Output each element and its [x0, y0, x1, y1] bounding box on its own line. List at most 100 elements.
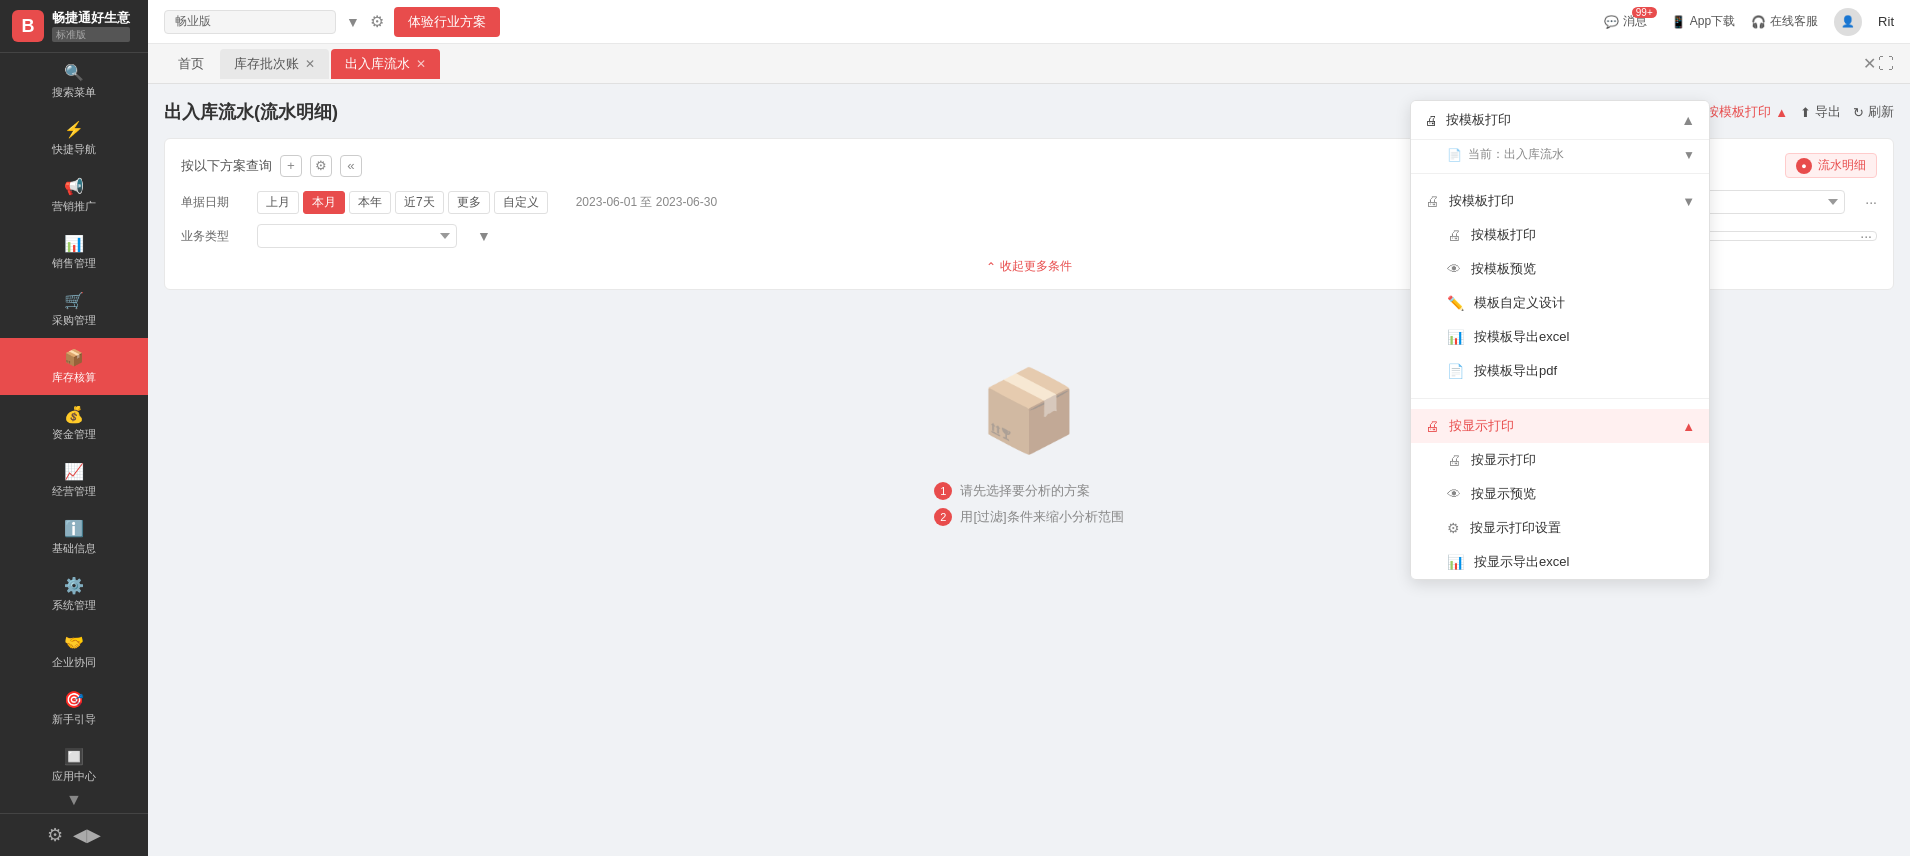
dropdown-item-display-export-excel[interactable]: 📊 按显示导出excel — [1411, 545, 1709, 579]
message-badge: 99+ — [1632, 7, 1657, 18]
empty-illustration: 📦 — [979, 364, 1079, 458]
sidebar-item-label: 快捷导航 — [52, 142, 96, 157]
sidebar-item-finance[interactable]: 💰 资金管理 — [0, 395, 148, 452]
refresh-label: 刷新 — [1868, 103, 1894, 121]
mobile-icon: 📱 — [1671, 15, 1686, 29]
dropdown-item-display-print[interactable]: 🖨 按显示打印 — [1411, 443, 1709, 477]
settings-bottom-button[interactable]: ⚙ — [47, 824, 63, 846]
message-action[interactable]: 💬 消息 99+ — [1604, 13, 1647, 30]
operations-icon: 📈 — [64, 462, 84, 481]
biz-type-dropdown-btn[interactable]: ▼ — [477, 228, 491, 244]
filter-add-button[interactable]: + — [280, 155, 302, 177]
tab-bar-close-button[interactable]: ✕ — [1863, 54, 1876, 73]
tab-bar-expand-button[interactable]: ⛶ — [1878, 55, 1894, 73]
template-print-section: 🖨 按模板打印 ▼ 🖨 按模板打印 👁 按模板预览 ✏️ 模板自定义设计 📊 按… — [1411, 178, 1709, 394]
sidebar-item-label: 搜索菜单 — [52, 85, 96, 100]
current-doc-label: 当前：出入库流水 — [1468, 146, 1564, 163]
date-btn-7days[interactable]: 近7天 — [395, 191, 444, 214]
date-btn-custom[interactable]: 自定义 — [494, 191, 548, 214]
user-avatar[interactable]: 👤 — [1834, 8, 1862, 36]
template-print-section-header[interactable]: 🖨 按模板打印 ▼ — [1411, 184, 1709, 218]
app-download-label: App下载 — [1690, 13, 1735, 30]
template-export-pdf-label: 按模板导出pdf — [1474, 362, 1557, 380]
tab-flow[interactable]: 出入库流水 ✕ — [331, 49, 440, 79]
app-download-action[interactable]: 📱 App下载 — [1671, 13, 1735, 30]
sidebar-item-sales[interactable]: 📊 销售管理 — [0, 224, 148, 281]
warehouse-more-btn[interactable]: ··· — [1860, 228, 1872, 244]
collab-icon: 🤝 — [64, 633, 84, 652]
dropdown-item-display-export-pdf[interactable]: 📄 按显示导出pdf — [1411, 579, 1709, 580]
dropdown-chevron-up[interactable]: ▲ — [1681, 112, 1695, 128]
scroll-down-button[interactable]: ▼ — [66, 791, 82, 809]
template-print-section-icon: 🖨 — [1425, 193, 1439, 209]
sidebar-item-guide[interactable]: 🎯 新手引导 — [0, 680, 148, 737]
tab-batch-account[interactable]: 库存批次账 ✕ — [220, 49, 329, 79]
flow-icon: ● — [1796, 158, 1812, 174]
sidebar-item-label: 企业协同 — [52, 655, 96, 670]
date-btn-last-month[interactable]: 上月 — [257, 191, 299, 214]
date-range-display: 2023-06-01 至 2023-06-30 — [576, 194, 717, 211]
flow-tag: ● 流水明细 — [1785, 153, 1877, 178]
dropdown-item-display-print-settings[interactable]: ⚙ 按显示打印设置 — [1411, 511, 1709, 545]
date-btn-more[interactable]: 更多 — [448, 191, 490, 214]
export-button[interactable]: ⬆ 导出 — [1800, 103, 1841, 121]
logo-text: 畅捷通好生意 标准版 — [52, 10, 130, 42]
sidebar-item-search[interactable]: 🔍 搜索菜单 — [0, 53, 148, 110]
sidebar-item-marketing[interactable]: 📢 营销推广 — [0, 167, 148, 224]
dropdown-item-template-export-pdf[interactable]: 📄 按模板导出pdf — [1411, 354, 1709, 388]
tab-batch-account-close[interactable]: ✕ — [305, 57, 315, 71]
online-service-action[interactable]: 🎧 在线客服 — [1751, 13, 1818, 30]
dropdown-header: 🖨 按模板打印 ▲ — [1411, 101, 1709, 140]
tab-home[interactable]: 首页 — [164, 49, 218, 79]
sidebar-item-label: 资金管理 — [52, 427, 96, 442]
refresh-button[interactable]: ↻ 刷新 — [1853, 103, 1894, 121]
template-section-chevron[interactable]: ▼ — [1682, 194, 1695, 209]
tab-bar: 首页 库存批次账 ✕ 出入库流水 ✕ ✕ ⛶ — [148, 44, 1910, 84]
tab-flow-close[interactable]: ✕ — [416, 57, 426, 71]
collapse-sidebar-button[interactable]: ◀▶ — [73, 824, 101, 846]
filter-settings-button[interactable]: ⚙ — [310, 155, 332, 177]
date-btn-this-month[interactable]: 本月 — [303, 191, 345, 214]
sidebar-item-collab[interactable]: 🤝 企业协同 — [0, 623, 148, 680]
template-print-icon: 🖨 — [1447, 227, 1461, 243]
sidebar-item-purchase[interactable]: 🛒 采购管理 — [0, 281, 148, 338]
display-print-icon: 🖨 — [1447, 452, 1461, 468]
collapse-filter-button[interactable]: ⌃ 收起更多条件 — [986, 258, 1072, 275]
current-chevron-down[interactable]: ▼ — [1683, 148, 1695, 162]
sidebar-item-system[interactable]: ⚙️ 系统管理 — [0, 566, 148, 623]
dropdown-item-template-custom[interactable]: ✏️ 模板自定义设计 — [1411, 286, 1709, 320]
step-2-number: 2 — [934, 508, 952, 526]
tab-flow-label: 出入库流水 — [345, 55, 410, 73]
logo-icon: B — [12, 10, 44, 42]
search-nav-icon: 🔍 — [64, 63, 84, 82]
template-print-section-label: 按模板打印 — [1449, 192, 1514, 210]
dropdown-item-template-export-excel[interactable]: 📊 按模板导出excel — [1411, 320, 1709, 354]
sidebar-item-quick-nav[interactable]: ⚡ 快捷导航 — [0, 110, 148, 167]
sidebar-item-label: 应用中心 — [52, 769, 96, 784]
template-custom-icon: ✏️ — [1447, 295, 1464, 311]
date-btn-this-year[interactable]: 本年 — [349, 191, 391, 214]
filter-collapse-button[interactable]: « — [340, 155, 362, 177]
sidebar-item-inventory[interactable]: 📦 库存核算 — [0, 338, 148, 395]
dropdown-item-display-preview[interactable]: 👁 按显示预览 — [1411, 477, 1709, 511]
flow-tag-label: 流水明细 — [1818, 157, 1866, 174]
sidebar-item-basic-info[interactable]: ℹ️ 基础信息 — [0, 509, 148, 566]
header-settings-button[interactable]: ⚙ — [370, 12, 384, 31]
brand-name: 畅捷通好生意 — [52, 10, 130, 27]
step-2-text: 用[过滤]条件来缩小分析范围 — [960, 504, 1123, 530]
print-dropdown-panel: 🖨 按模板打印 ▲ 📄 当前：出入库流水 ▼ 🖨 按模板打印 ▼ 🖨 按模板打印… — [1410, 100, 1710, 580]
dropdown-item-template-preview[interactable]: 👁 按模板预览 — [1411, 252, 1709, 286]
dropdown-item-template-print[interactable]: 🖨 按模板打印 — [1411, 218, 1709, 252]
user-name: Rit — [1878, 14, 1894, 29]
header-dropdown-button[interactable]: ▼ — [346, 14, 360, 30]
sidebar-item-operations[interactable]: 📈 经营管理 — [0, 452, 148, 509]
sidebar-item-app-center[interactable]: 🔲 应用中心 — [0, 737, 148, 787]
header-search-input[interactable] — [164, 10, 336, 34]
doc-type-more-button[interactable]: ··· — [1865, 194, 1877, 210]
sidebar-scroll-down[interactable]: ▼ — [0, 787, 148, 813]
industry-solution-button[interactable]: 体验行业方案 — [394, 7, 500, 37]
display-print-section-header[interactable]: 🖨 按显示打印 ▲ — [1411, 409, 1709, 443]
biz-type-select[interactable] — [257, 224, 457, 248]
display-section-chevron[interactable]: ▲ — [1682, 419, 1695, 434]
chevron-up-icon: ⌃ — [986, 260, 996, 274]
